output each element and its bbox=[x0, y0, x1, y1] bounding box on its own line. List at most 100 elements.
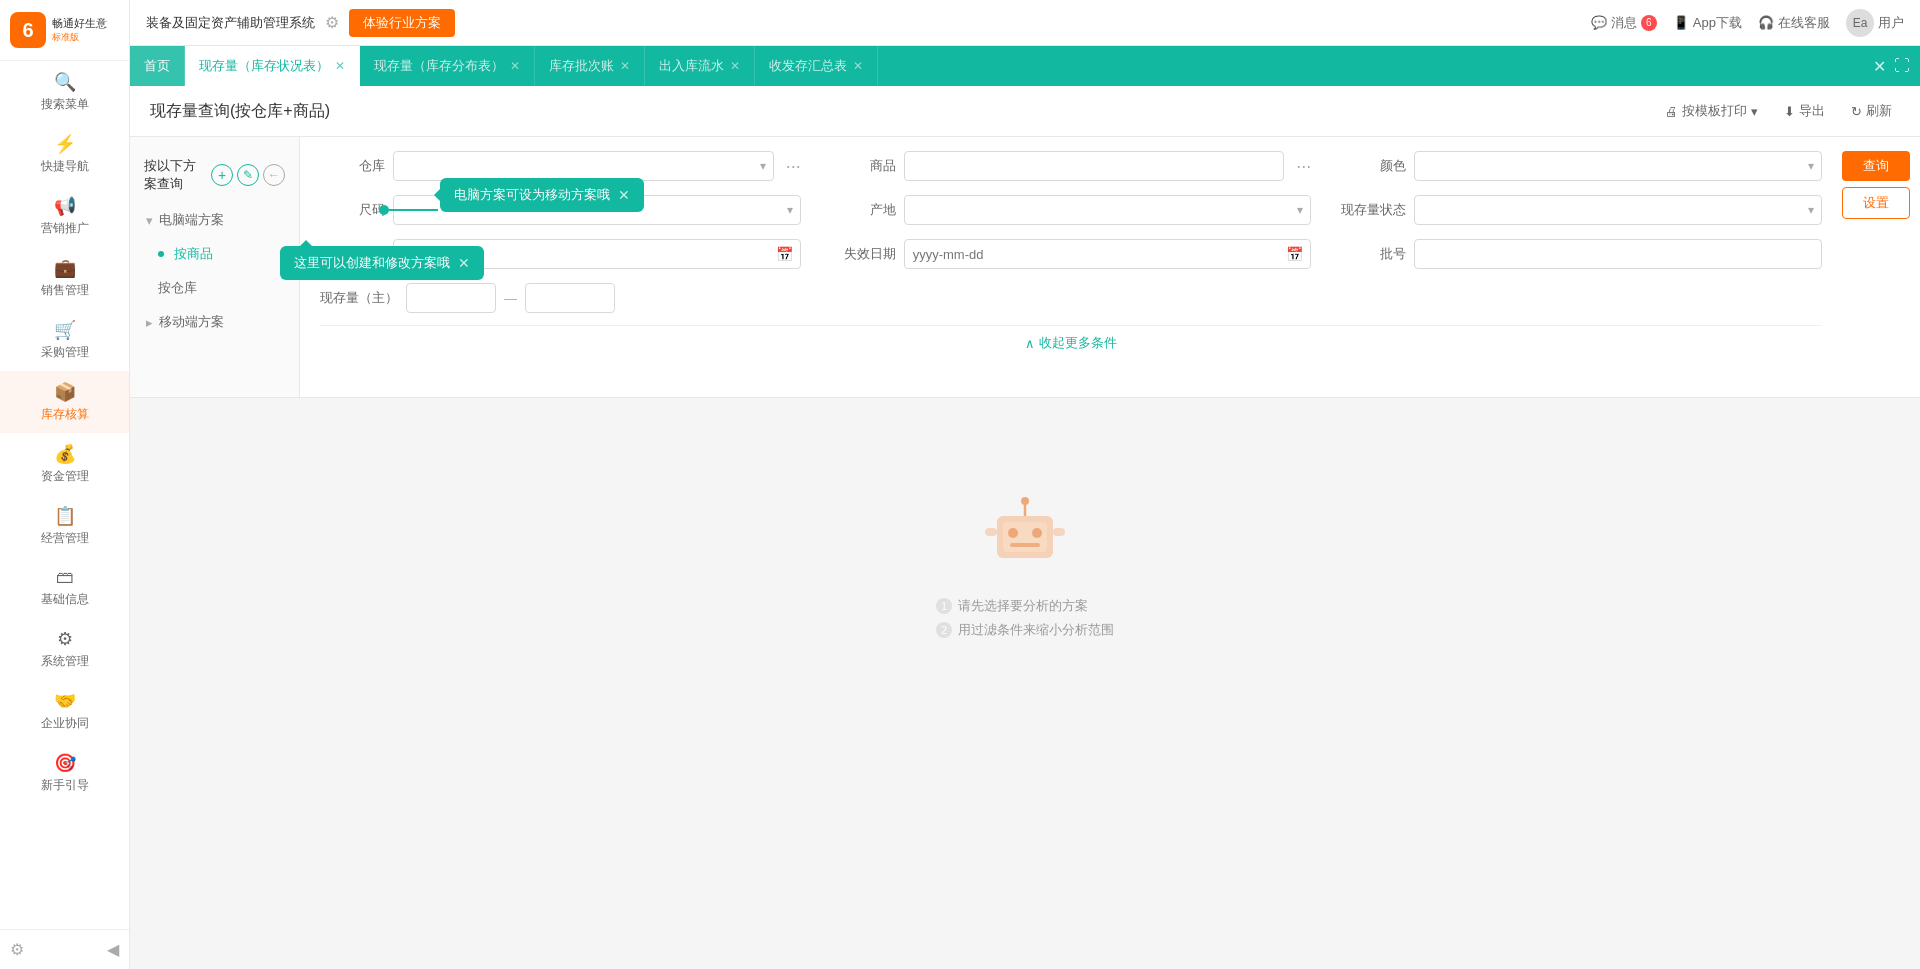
user-label: 用户 bbox=[1878, 14, 1904, 32]
tab-close-stock-status[interactable]: ✕ bbox=[335, 59, 345, 73]
online-service-btn[interactable]: 🎧 在线客服 bbox=[1758, 14, 1830, 32]
tab-stock-dist[interactable]: 现存量（库存分布表） ✕ bbox=[360, 46, 535, 86]
refresh-btn[interactable]: ↻ 刷新 bbox=[1843, 98, 1900, 124]
topbar-gear-icon[interactable]: ⚙ bbox=[325, 13, 339, 32]
scheme-group-mobile-label: 移动端方案 bbox=[159, 313, 224, 331]
empty-hint-1: 请先选择要分析的方案 bbox=[936, 594, 1114, 618]
svg-rect-8 bbox=[1053, 528, 1065, 536]
tab-batch-ledger[interactable]: 库存批次账 ✕ bbox=[535, 46, 645, 86]
sidebar-item-operations[interactable]: 📋 经营管理 bbox=[0, 495, 129, 557]
message-label: 消息 bbox=[1611, 14, 1637, 32]
export-btn[interactable]: ⬇ 导出 bbox=[1776, 98, 1833, 124]
stock-main-to-input[interactable] bbox=[525, 283, 615, 313]
setting-btn[interactable]: 设置 bbox=[1842, 187, 1910, 219]
color-select[interactable] bbox=[1414, 151, 1822, 181]
tooltip-create-scheme: 这里可以创建和修改方案哦 ✕ bbox=[280, 246, 484, 280]
app-download-btn[interactable]: 📱 App下载 bbox=[1673, 14, 1742, 32]
collapse-sidebar-icon[interactable]: ◀ bbox=[107, 940, 119, 959]
user-area[interactable]: Ea 用户 bbox=[1846, 9, 1904, 37]
scheme-group-pc-label: 电脑端方案 bbox=[159, 211, 224, 229]
tab-close-batch-ledger[interactable]: ✕ bbox=[620, 59, 630, 73]
message-btn[interactable]: 💬 消息 6 bbox=[1591, 14, 1657, 32]
sidebar-item-finance[interactable]: 💰 资金管理 bbox=[0, 433, 129, 495]
tab-stock-status-label: 现存量（库存状况表） bbox=[199, 57, 329, 75]
scheme-item-warehouse[interactable]: 按仓库 bbox=[130, 271, 299, 305]
sidebar-item-label: 经营管理 bbox=[41, 530, 89, 547]
sidebar-item-enterprise[interactable]: 🤝 企业协同 bbox=[0, 680, 129, 742]
batch-input[interactable] bbox=[1414, 239, 1822, 269]
goods-input[interactable] bbox=[904, 151, 1285, 181]
tab-close-receive-send-summary[interactable]: ✕ bbox=[853, 59, 863, 73]
query-action-area: 查询 设置 bbox=[1842, 137, 1920, 397]
add-scheme-btn[interactable]: + bbox=[211, 164, 233, 186]
scheme-group-mobile[interactable]: ▸ 移动端方案 bbox=[130, 305, 299, 339]
sidebar-menu: 🔍 搜索菜单 ⚡ 快捷导航 📢 营销推广 💼 销售管理 🛒 采购管理 📦 库存核… bbox=[0, 61, 129, 929]
group-arrow2-icon: ▸ bbox=[146, 315, 153, 330]
topbar-right: 💬 消息 6 📱 App下载 🎧 在线客服 Ea 用户 bbox=[1591, 9, 1904, 37]
print-dropdown-icon: ▾ bbox=[1751, 104, 1758, 119]
origin-select[interactable] bbox=[904, 195, 1312, 225]
stock-main-label: 现存量（主） bbox=[320, 289, 398, 307]
back-btn[interactable]: ← bbox=[263, 164, 285, 186]
sidebar-item-inventory[interactable]: 📦 库存核算 bbox=[0, 371, 129, 433]
query-btn[interactable]: 查询 bbox=[1842, 151, 1910, 181]
sidebar-item-label: 库存核算 bbox=[41, 406, 89, 423]
expire-date-input[interactable] bbox=[904, 239, 1312, 269]
tab-home[interactable]: 首页 bbox=[130, 46, 185, 86]
goods-label: 商品 bbox=[831, 157, 896, 175]
settings-bottom-icon[interactable]: ⚙ bbox=[10, 940, 24, 959]
export-icon: ⬇ bbox=[1784, 104, 1795, 119]
sidebar-item-quick-nav[interactable]: ⚡ 快捷导航 bbox=[0, 123, 129, 185]
page-actions: 🖨 按模板打印 ▾ ⬇ 导出 ↻ 刷新 bbox=[1657, 98, 1900, 124]
filter-collapse-btn[interactable]: ∧ 收起更多条件 bbox=[320, 325, 1822, 360]
tab-stock-dist-label: 现存量（库存分布表） bbox=[374, 57, 504, 75]
sidebar-item-label: 营销推广 bbox=[41, 220, 89, 237]
scheme-group-pc[interactable]: ▾ 电脑端方案 bbox=[130, 203, 299, 237]
sidebar-item-sales[interactable]: 💼 销售管理 bbox=[0, 247, 129, 309]
sidebar-item-label: 新手引导 bbox=[41, 777, 89, 794]
warehouse-select[interactable] bbox=[393, 151, 774, 181]
sidebar-item-marketing[interactable]: 📢 营销推广 bbox=[0, 185, 129, 247]
tab-close-all-icon[interactable]: ✕ bbox=[1873, 57, 1886, 76]
sidebar-item-system[interactable]: ⚙ 系统管理 bbox=[0, 618, 129, 680]
sidebar-item-search[interactable]: 🔍 搜索菜单 bbox=[0, 61, 129, 123]
tooltip-text-2: 这里可以创建和修改方案哦 bbox=[294, 254, 450, 272]
sidebar-item-basic-info[interactable]: 🗃 基础信息 bbox=[0, 557, 129, 618]
trial-btn[interactable]: 体验行业方案 bbox=[349, 9, 455, 37]
size-label: 尺码 bbox=[320, 201, 385, 219]
expire-date-label: 失效日期 bbox=[831, 245, 896, 263]
tooltip-close-1[interactable]: ✕ bbox=[618, 187, 630, 203]
stock-status-row: 现存量状态 bbox=[1341, 195, 1822, 225]
warehouse-row: 仓库 ··· bbox=[320, 151, 801, 181]
tab-close-in-out-flow[interactable]: ✕ bbox=[730, 59, 740, 73]
tab-in-out-flow[interactable]: 出入库流水 ✕ bbox=[645, 46, 755, 86]
print-btn[interactable]: 🖨 按模板打印 ▾ bbox=[1657, 98, 1766, 124]
stock-main-from-input[interactable] bbox=[406, 283, 496, 313]
tab-stock-status[interactable]: 现存量（库存状况表） ✕ bbox=[185, 46, 360, 86]
tabbar-right-actions: ✕ ⛶ bbox=[1863, 46, 1920, 86]
batch-label: 批号 bbox=[1341, 245, 1406, 263]
tab-close-stock-dist[interactable]: ✕ bbox=[510, 59, 520, 73]
app-download-label: App下载 bbox=[1693, 14, 1742, 32]
edit-scheme-btn[interactable]: ✎ bbox=[237, 164, 259, 186]
tab-receive-send-summary[interactable]: 收发存汇总表 ✕ bbox=[755, 46, 878, 86]
tab-fullscreen-icon[interactable]: ⛶ bbox=[1894, 57, 1910, 75]
svg-rect-1 bbox=[1003, 522, 1047, 552]
headset-icon: 🎧 bbox=[1758, 15, 1774, 30]
topbar: 装备及固定资产辅助管理系统 ⚙ 体验行业方案 💬 消息 6 📱 App下载 🎧 … bbox=[130, 0, 1920, 46]
logo-icon: 6 bbox=[10, 12, 46, 48]
tooltip-close-2[interactable]: ✕ bbox=[458, 255, 470, 271]
stock-status-select-wrap bbox=[1414, 195, 1822, 225]
refresh-icon: ↻ bbox=[1851, 104, 1862, 119]
scheme-item-goods[interactable]: 按商品 bbox=[130, 237, 299, 271]
message-badge: 6 bbox=[1641, 15, 1657, 31]
svg-point-2 bbox=[1008, 528, 1018, 538]
expire-date-cal-icon: 📅 bbox=[1286, 246, 1303, 262]
sidebar-item-label: 基础信息 bbox=[41, 591, 89, 608]
sidebar-item-guide[interactable]: 🎯 新手引导 bbox=[0, 742, 129, 804]
sidebar-item-purchase[interactable]: 🛒 采购管理 bbox=[0, 309, 129, 371]
brand-badge: 标准版 bbox=[52, 31, 107, 44]
sidebar-item-label: 企业协同 bbox=[41, 715, 89, 732]
stock-status-select[interactable] bbox=[1414, 195, 1822, 225]
empty-illustration bbox=[975, 478, 1075, 578]
